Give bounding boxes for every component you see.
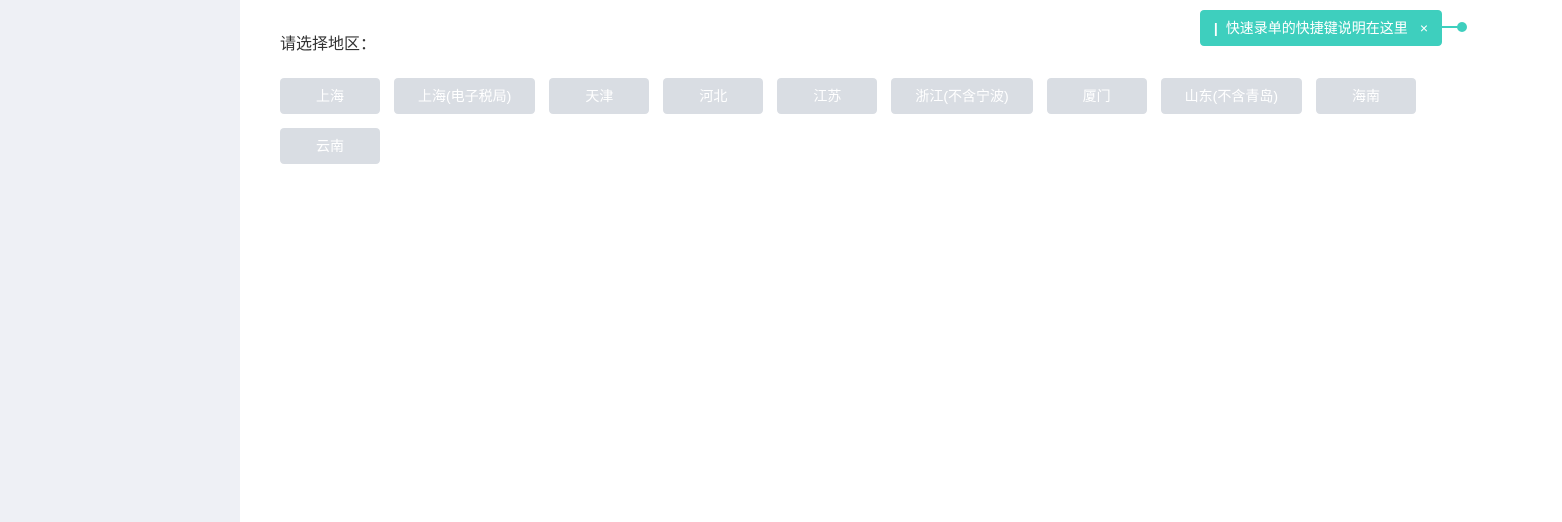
region-button-8[interactable]: 海南 bbox=[1316, 78, 1416, 114]
tooltip-banner: 快速录单的快捷键说明在这里 × bbox=[1200, 10, 1442, 46]
region-button-4[interactable]: 江苏 bbox=[777, 78, 877, 114]
region-button-3[interactable]: 河北 bbox=[663, 78, 763, 114]
region-buttons: 上海上海(电子税局) 天津河北江苏浙江(不含宁波) 厦门山东(不含青岛) 海南云南 bbox=[280, 78, 1522, 164]
region-button-0[interactable]: 上海 bbox=[280, 78, 380, 114]
tooltip-close-button[interactable]: × bbox=[1420, 20, 1428, 36]
tooltip-text: 快速录单的快捷键说明在这里 bbox=[1226, 18, 1408, 38]
region-button-5[interactable]: 浙江(不含宁波) bbox=[891, 78, 1032, 114]
sidebar bbox=[0, 0, 240, 522]
main-content: 请选择地区： 上海上海(电子税局)天津河北江苏浙江(不含宁波)厦门山东(不含青岛… bbox=[240, 0, 1562, 522]
dot-indicator bbox=[1457, 22, 1467, 32]
region-button-6[interactable]: 厦门 bbox=[1047, 78, 1147, 114]
region-button-7[interactable]: 山东(不含青岛) bbox=[1161, 78, 1302, 114]
region-button-1[interactable]: 上海(电子税局) bbox=[394, 78, 535, 114]
region-button-2[interactable]: 天津 bbox=[549, 78, 649, 114]
region-button-9[interactable]: 云南 bbox=[280, 128, 380, 164]
